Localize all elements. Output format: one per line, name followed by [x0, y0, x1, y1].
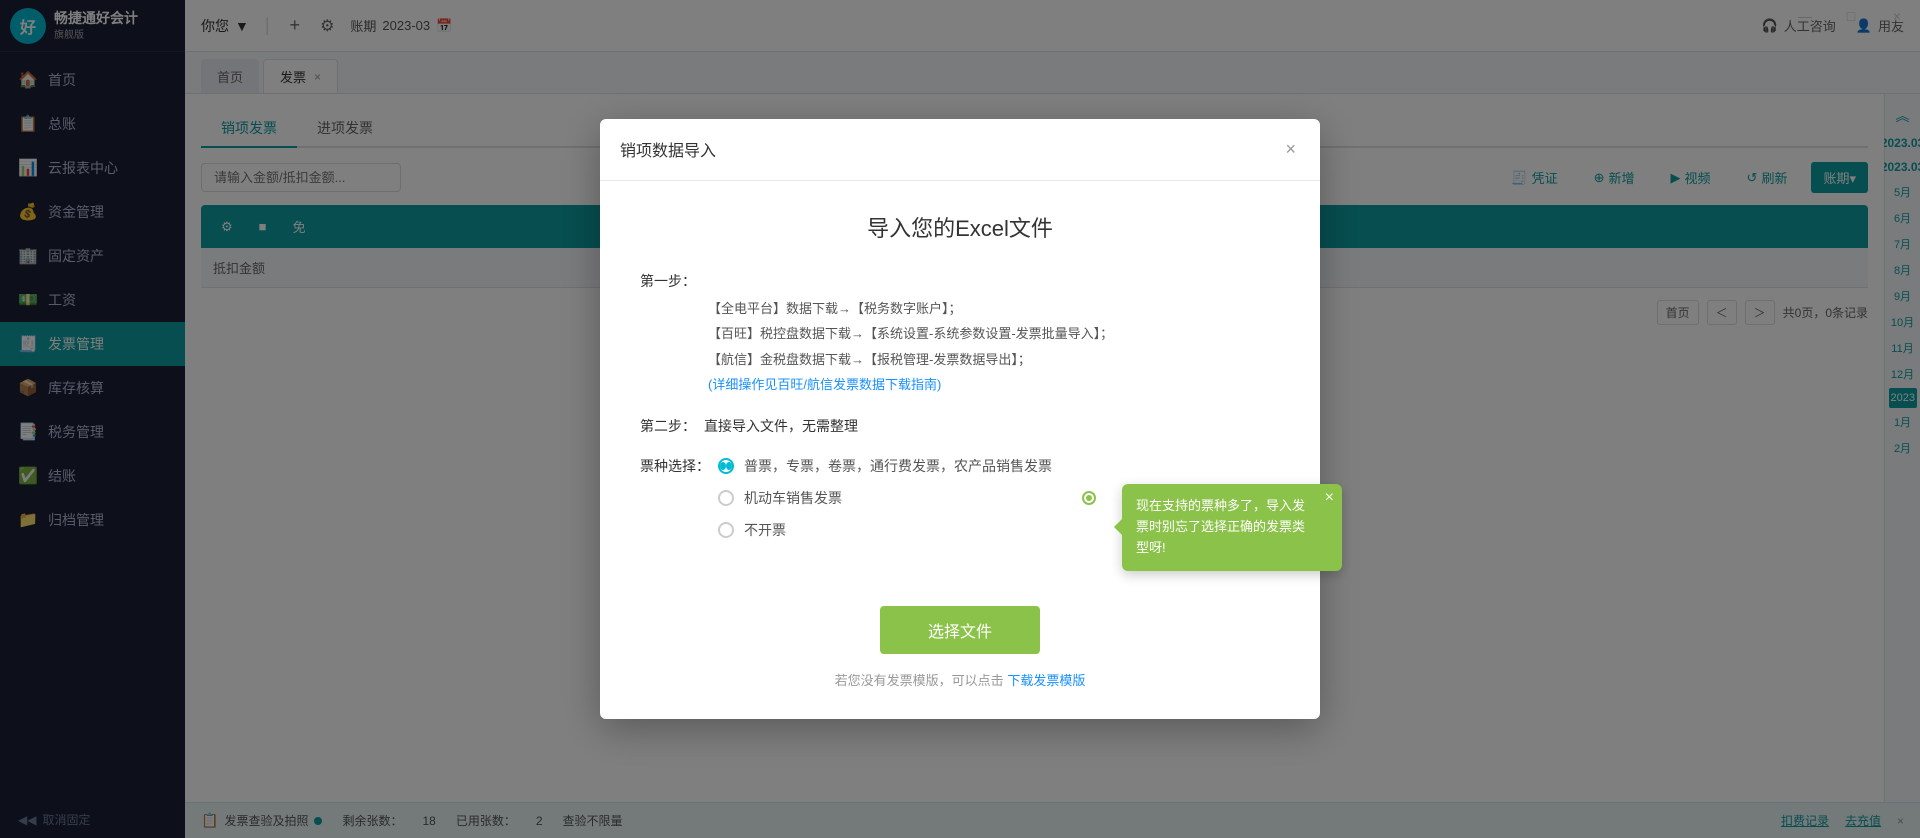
tooltip-close-button[interactable]: × — [1325, 490, 1334, 506]
import-modal: 销项数据导入 × 导入您的Excel文件 第一步： 【全电平台】数据下载→【税务… — [600, 119, 1320, 720]
radio-motor-circle — [718, 490, 734, 506]
radio-none[interactable]: 不开票 — [718, 520, 1052, 540]
step1-line1: 【全电平台】数据下载→【税务数字账户】； — [708, 297, 1280, 320]
radio-motor[interactable]: 机动车销售发票 — [718, 488, 1052, 508]
step1-line3: 【航信】金税盘数据下载→【报税管理-发票数据导出】； — [708, 348, 1280, 371]
step1-label: 第一步： — [640, 271, 696, 291]
modal-overlay: 销项数据导入 × 导入您的Excel文件 第一步： 【全电平台】数据下载→【税务… — [0, 0, 1920, 838]
radio-group: 普票，专票，卷票，通行费发票，农产品销售发票 机动车销售发票 不开票 — [718, 456, 1052, 540]
footer-note-text: 若您没有发票模版，可以点击 — [835, 673, 1004, 688]
download-template-link[interactable]: 下载发票模版 — [1007, 673, 1085, 688]
tooltip-bubble: 现在支持的票种多了，导入发票时别忘了选择正确的发票类型呀! × — [1122, 484, 1342, 570]
select-file-button[interactable]: 选择文件 — [880, 606, 1040, 654]
modal-step1: 第一步： 【全电平台】数据下载→【税务数字账户】； 【百旺】税控盘数据下载→【系… — [640, 271, 1280, 397]
modal-close-button[interactable]: × — [1281, 135, 1300, 164]
maximize-button[interactable]: □ — [1828, 0, 1874, 32]
modal-footer: 选择文件 若您没有发票模版，可以点击 下载发票模版 — [600, 586, 1320, 719]
ticket-select: 票种选择： 普票，专票，卷票，通行费发票，农产品销售发票 机动车销售 — [640, 456, 1280, 540]
tooltip-connector-dot — [1084, 493, 1094, 503]
close-button[interactable]: × — [1874, 0, 1920, 32]
step2-value: 直接导入文件，无需整理 — [704, 416, 858, 436]
modal-main-title: 导入您的Excel文件 — [640, 211, 1280, 243]
minimize-button[interactable]: — — [1782, 0, 1828, 32]
step2-label: 第二步： — [640, 416, 696, 436]
ticket-select-label: 票种选择： — [640, 456, 710, 476]
step1-line2: 【百旺】税控盘数据下载→【系统设置-系统参数设置-发票批量导入】； — [708, 322, 1280, 345]
radio-none-circle — [718, 522, 734, 538]
radio-motor-label: 机动车销售发票 — [744, 488, 842, 508]
modal-body: 导入您的Excel文件 第一步： 【全电平台】数据下载→【税务数字账户】； 【百… — [600, 181, 1320, 587]
window-controls: — □ × — [1782, 0, 1920, 32]
step1-guide-link[interactable]: (详细操作见百旺/航信发票数据下载指南) — [708, 377, 941, 392]
tooltip-text: 现在支持的票种多了，导入发票时别忘了选择正确的发票类型呀! — [1136, 498, 1305, 555]
radio-normal-label: 普票，专票，卷票，通行费发票，农产品销售发票 — [744, 456, 1052, 476]
modal-footer-note: 若您没有发票模版，可以点击 下载发票模版 — [640, 670, 1280, 689]
radio-normal[interactable]: 普票，专票，卷票，通行费发票，农产品销售发票 — [718, 456, 1052, 476]
modal-header: 销项数据导入 × — [600, 119, 1320, 181]
radio-normal-circle — [718, 458, 734, 474]
step1-content: 【全电平台】数据下载→【税务数字账户】； 【百旺】税控盘数据下载→【系统设置-系… — [708, 297, 1280, 397]
tooltip-arrow — [1114, 519, 1122, 535]
modal-step2: 第二步： 直接导入文件，无需整理 — [640, 416, 1280, 436]
modal-title: 销项数据导入 — [620, 137, 716, 161]
radio-none-label: 不开票 — [744, 520, 786, 540]
